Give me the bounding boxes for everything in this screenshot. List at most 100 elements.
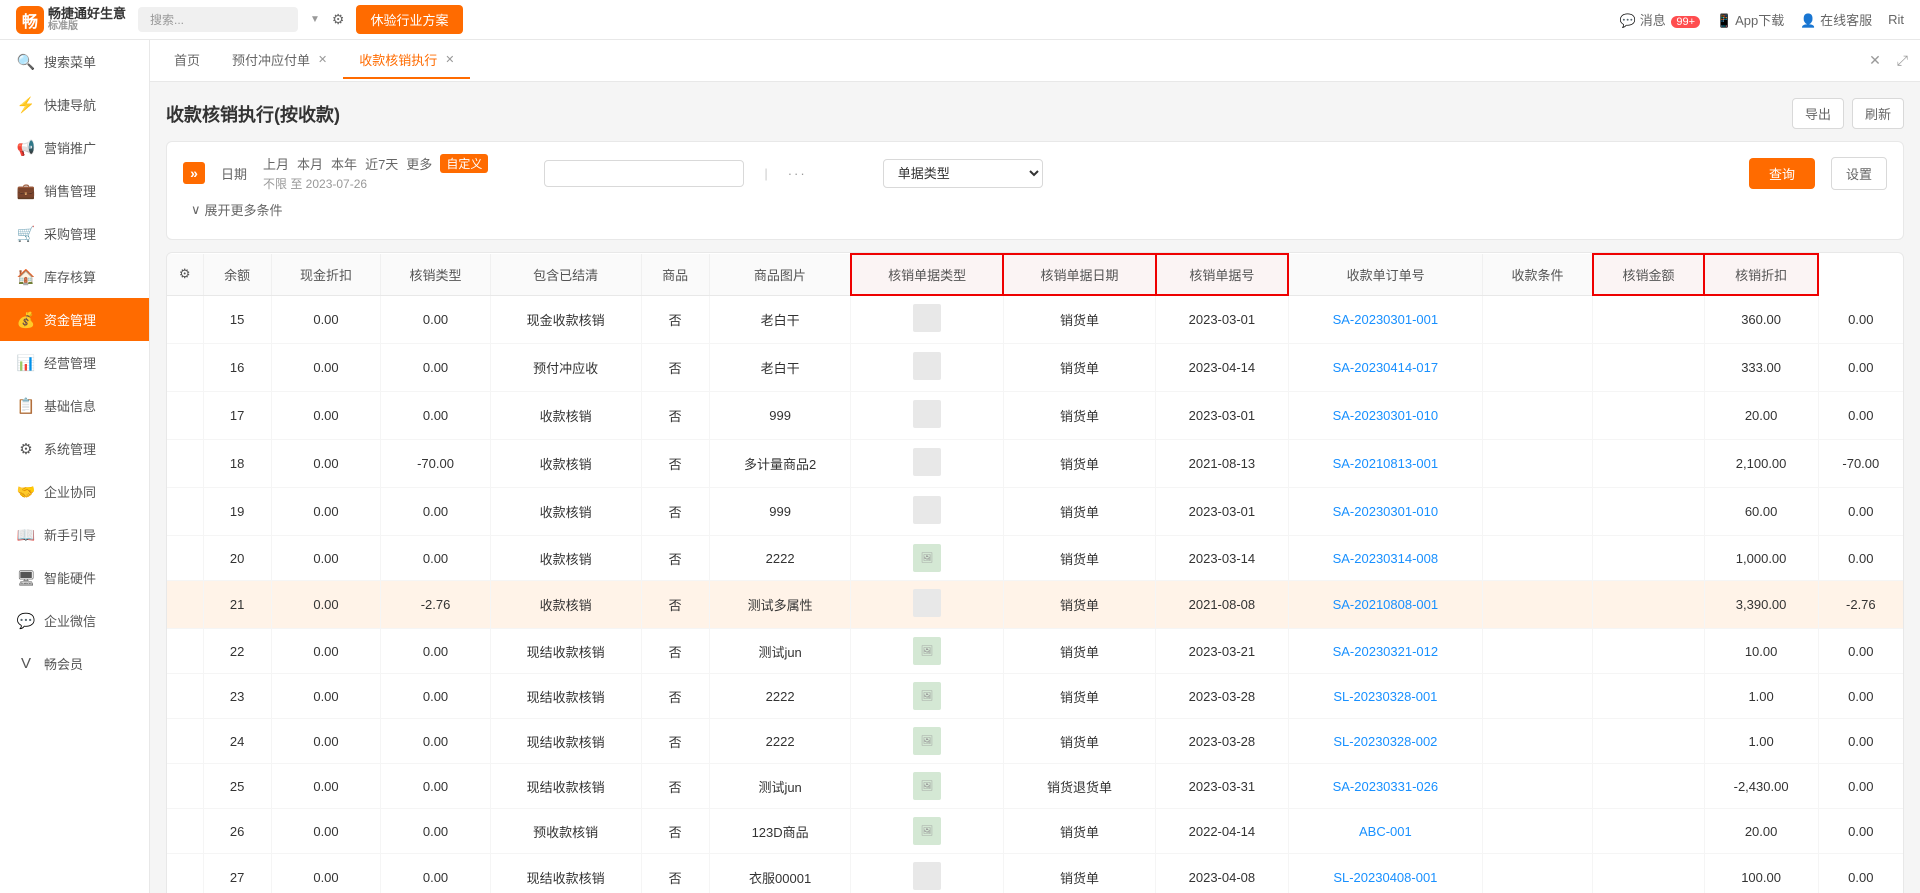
sidebar-item-member[interactable]: V 畅会员 — [0, 642, 149, 685]
bill-no-link[interactable]: SA-20230301-010 — [1333, 408, 1439, 423]
date-this-year[interactable]: 本年 — [331, 154, 357, 173]
tab-bar: 首页 预付冲应付单 ✕ 收款核销执行 ✕ ✕ ⤢ — [150, 40, 1920, 82]
cell-receipt-order — [1483, 764, 1593, 809]
system-icon: ⚙ — [16, 440, 36, 458]
table-row: 16 0.00 0.00 预付冲应收 否 老白干 销货单 2023-04-14 … — [167, 344, 1903, 392]
bill-no-link[interactable]: ABC-001 — [1359, 824, 1412, 839]
expand-conditions-button[interactable]: ∨ 展开更多条件 — [183, 196, 1887, 223]
page-actions: 导出 刷新 — [1792, 98, 1904, 129]
cell-receipt-order — [1483, 809, 1593, 854]
cell-type: 现结收款核销 — [490, 764, 641, 809]
page-title: 收款核销执行(按收款) — [166, 101, 340, 127]
cell-bill-type: 销货单 — [1003, 488, 1155, 536]
export-button[interactable]: 导出 — [1792, 98, 1844, 129]
date-this-month[interactable]: 本月 — [297, 154, 323, 173]
dropdown-arrow-icon[interactable]: ▼ — [310, 14, 320, 25]
sidebar-item-guide[interactable]: 📖 新手引导 — [0, 513, 149, 556]
gear-icon: ⚙ — [179, 266, 191, 281]
cell-cash-discount: 0.00 — [381, 674, 491, 719]
date-more[interactable]: 更多 — [406, 154, 432, 173]
online-service[interactable]: 👤 在线客服 — [1800, 10, 1872, 29]
cell-writeoff-amt: 100.00 — [1704, 854, 1818, 893]
tab-home[interactable]: 首页 — [158, 42, 216, 79]
tab-writeoff-close[interactable]: ✕ — [445, 53, 454, 66]
cell-balance: 0.00 — [271, 440, 381, 488]
industry-solution-button[interactable]: 休验行业方案 — [356, 5, 462, 34]
product-image — [913, 448, 941, 476]
cell-bill-no: SA-20230321-012 — [1288, 629, 1482, 674]
cell-receipt-cond — [1593, 674, 1704, 719]
tab-prepay[interactable]: 预付冲应付单 ✕ — [216, 42, 343, 79]
product-image — [913, 352, 941, 380]
bill-no-link[interactable]: SA-20230414-017 — [1333, 360, 1439, 375]
refresh-button[interactable]: 刷新 — [1852, 98, 1904, 129]
cell-bill-no: ABC-001 — [1288, 809, 1482, 854]
cell-settings — [167, 764, 203, 809]
table-container: ⚙ 余额 现金折扣 核销类型 包含已结清 商品 商品图片 核销单据类型 核销单据… — [166, 252, 1904, 893]
notification-area[interactable]: 💬 消息 99+ — [1620, 10, 1700, 29]
sidebar-item-basics[interactable]: 📋 基础信息 — [0, 384, 149, 427]
filter-expand-arrow[interactable]: » — [183, 162, 205, 184]
cell-bill-type: 销货单 — [1003, 392, 1155, 440]
sidebar-item-system[interactable]: ⚙ 系统管理 — [0, 427, 149, 470]
expand-bar: ∨ 展开更多条件 — [183, 196, 1887, 223]
cell-balance: 0.00 — [271, 674, 381, 719]
sidebar-item-marketing[interactable]: 📢 营销推广 — [0, 126, 149, 169]
tab-prepay-close[interactable]: ✕ — [318, 53, 327, 66]
date-filter-area: 上月 本月 本年 近7天 更多 自定义 不限 至 2023-07-26 — [263, 154, 488, 192]
cell-bill-type: 销货单 — [1003, 854, 1155, 893]
cell-settings — [167, 809, 203, 854]
sidebar-item-inventory[interactable]: 🏠 库存核算 — [0, 255, 149, 298]
settings-icon[interactable]: ⚙ — [332, 11, 345, 28]
bill-no-link[interactable]: SA-20230301-001 — [1333, 312, 1439, 327]
cell-bill-date: 2023-03-01 — [1156, 392, 1289, 440]
cell-included: 否 — [641, 536, 709, 581]
bill-no-link[interactable]: SA-20230331-026 — [1333, 779, 1439, 794]
filter-dots[interactable]: ··· — [788, 166, 807, 181]
tab-close-all-icon[interactable]: ✕ — [1865, 48, 1885, 73]
bill-no-link[interactable]: SA-20230314-008 — [1333, 551, 1439, 566]
date-7days[interactable]: 近7天 — [365, 154, 398, 173]
sidebar-item-operations[interactable]: 📊 经营管理 — [0, 341, 149, 384]
cell-bill-no: SA-20230314-008 — [1288, 536, 1482, 581]
bill-no-link[interactable]: SA-20210813-001 — [1333, 456, 1439, 471]
cell-writeoff-disc: 0.00 — [1818, 854, 1903, 893]
cell-bill-type: 销货退货单 — [1003, 764, 1155, 809]
sidebar-item-wechat[interactable]: 💬 企业微信 — [0, 599, 149, 642]
partner-input[interactable] — [544, 160, 744, 187]
top-search[interactable]: 搜索... — [138, 7, 298, 32]
tab-maximize-icon[interactable]: ⤢ — [1893, 48, 1912, 73]
product-image: 🖼 — [913, 682, 941, 710]
bill-no-link[interactable]: SL-20230408-001 — [1333, 870, 1437, 885]
th-receipt-order: 收款单订单号 — [1288, 254, 1482, 295]
cell-bill-date: 2023-03-01 — [1156, 295, 1289, 344]
bill-no-link[interactable]: SA-20230301-010 — [1333, 504, 1439, 519]
app-download[interactable]: 📱 App下载 — [1716, 10, 1784, 29]
sidebar-item-collab[interactable]: 🤝 企业协同 — [0, 470, 149, 513]
date-last-month[interactable]: 上月 — [263, 154, 289, 173]
quick-nav-icon: ⚡ — [16, 96, 36, 114]
bill-no-link[interactable]: SA-20210808-001 — [1333, 597, 1439, 612]
setting-button[interactable]: 设置 — [1831, 157, 1887, 190]
main-content: 首页 预付冲应付单 ✕ 收款核销执行 ✕ ✕ ⤢ 收款核销执行(按收款) 导出 — [150, 40, 1920, 893]
bill-no-link[interactable]: SA-20230321-012 — [1333, 644, 1439, 659]
sidebar-item-hardware[interactable]: 🖥 智能硬件 — [0, 556, 149, 599]
th-settings[interactable]: ⚙ — [167, 254, 203, 295]
bill-no-link[interactable]: SL-20230328-002 — [1333, 734, 1437, 749]
sidebar-item-search[interactable]: 🔍 搜索菜单 — [0, 40, 149, 83]
date-custom[interactable]: 自定义 — [440, 154, 488, 173]
page-title-bar: 收款核销执行(按收款) 导出 刷新 — [166, 98, 1904, 129]
data-table: ⚙ 余额 现金折扣 核销类型 包含已结清 商品 商品图片 核销单据类型 核销单据… — [167, 253, 1903, 893]
cell-id: 21 — [203, 581, 271, 629]
bill-no-link[interactable]: SL-20230328-001 — [1333, 689, 1437, 704]
cell-balance: 0.00 — [271, 719, 381, 764]
cell-settings — [167, 295, 203, 344]
sidebar-item-finance[interactable]: 💰 资金管理 — [0, 298, 149, 341]
cell-writeoff-disc: 0.00 — [1818, 764, 1903, 809]
query-button[interactable]: 查询 — [1749, 158, 1815, 189]
sidebar-item-sales[interactable]: 💼 销售管理 — [0, 169, 149, 212]
sidebar-item-purchase[interactable]: 🛒 采购管理 — [0, 212, 149, 255]
sidebar-item-quick-nav[interactable]: ⚡ 快捷导航 — [0, 83, 149, 126]
tab-writeoff[interactable]: 收款核销执行 ✕ — [343, 42, 470, 79]
bill-type-select[interactable]: 单据类型 — [883, 159, 1043, 188]
